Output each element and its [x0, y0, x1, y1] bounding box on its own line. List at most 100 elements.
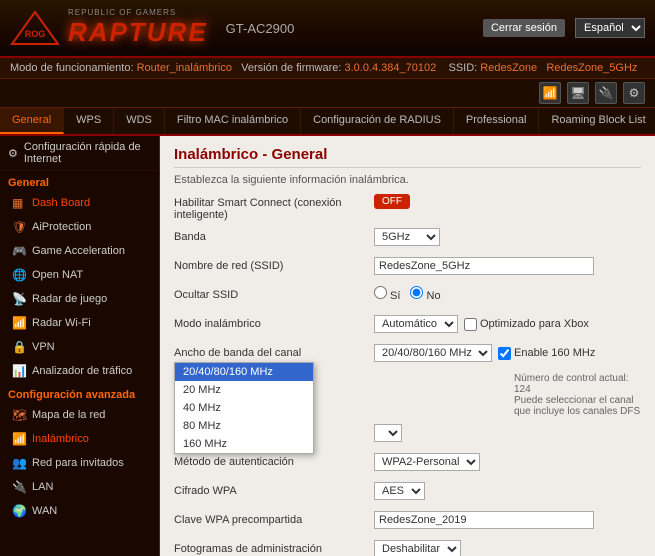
inalambrico-icon: 📶 — [12, 432, 26, 446]
page-subtitle: Establezca la siguiente información inal… — [174, 174, 641, 186]
tab-wps[interactable]: WPS — [64, 108, 114, 134]
dropdown-item-1[interactable]: 20 MHz — [175, 381, 313, 399]
analizador-icon: 📊 — [12, 364, 26, 378]
sidebar-item-analizador[interactable]: 📊 Analizador de tráfico — [0, 359, 159, 383]
canal-extension-select[interactable] — [374, 424, 402, 442]
svg-text:ROG: ROG — [25, 29, 46, 39]
mode-link[interactable]: Router_inalámbrico — [137, 62, 232, 74]
enable160-checkbox[interactable] — [498, 347, 511, 360]
sidebar-lan-label: LAN — [32, 481, 53, 493]
xbox-label: Optimizado para Xbox — [480, 318, 589, 330]
sidebar-item-radar-juego[interactable]: 📡 Radar de juego — [0, 287, 159, 311]
metodo-auth-select[interactable]: WPA2-Personal — [374, 453, 480, 471]
fotogramas-select[interactable]: Deshabilitar — [374, 540, 461, 556]
modo-inalambrico-select[interactable]: Automático — [374, 315, 458, 333]
smart-connect-toggle[interactable]: OFF — [374, 194, 410, 209]
config-rapida-label: Configuración rápida de Internet — [24, 141, 151, 165]
smart-connect-row: Habilitar Smart Connect (conexión inteli… — [174, 194, 641, 221]
sidebar-item-mapa[interactable]: 🗺 Mapa de la red — [0, 403, 159, 427]
sidebar-item-dashboard[interactable]: ▦ Dash Board — [0, 191, 159, 215]
sidebar-item-red-invitados[interactable]: 👥 Red para invitados — [0, 451, 159, 475]
banda-select[interactable]: 2.4GHz 5GHz — [374, 228, 440, 246]
ssid-input[interactable] — [374, 257, 594, 275]
dropdown-item-2[interactable]: 40 MHz — [175, 399, 313, 417]
modo-inalambrico-row: Modo inalámbrico Automático Optimizado p… — [174, 315, 641, 337]
sidebar-analizador-label: Analizador de tráfico — [32, 365, 132, 377]
republic-label: REPUBLIC OF GAMERS — [68, 8, 208, 17]
config-rapida-icon: ⚙ — [8, 147, 18, 160]
tab-professional[interactable]: Professional — [454, 108, 540, 134]
sidebar-item-wan[interactable]: 🌍 WAN — [0, 499, 159, 523]
radio-si-label[interactable]: Sí — [374, 286, 400, 302]
tab-roaming[interactable]: Roaming Block List — [539, 108, 655, 134]
logout-button[interactable]: Cerrar sesión — [483, 19, 565, 37]
radio-si[interactable] — [374, 286, 387, 299]
dashboard-icon: ▦ — [12, 196, 26, 210]
subheader: Modo de funcionamiento: Router_inalámbri… — [0, 58, 655, 79]
ocultar-ssid-control: Sí No — [374, 286, 641, 302]
sidebar-mapa-label: Mapa de la red — [32, 409, 105, 421]
rapture-title: RAPTURE — [68, 17, 208, 48]
xbox-checkbox[interactable] — [464, 318, 477, 331]
settings-icon[interactable]: ⚙ — [623, 82, 645, 104]
xbox-checkbox-label[interactable]: Optimizado para Xbox — [464, 318, 589, 331]
sidebar-item-inalambrico[interactable]: 📶 Inalámbrico — [0, 427, 159, 451]
dropdown-item-3[interactable]: 80 MHz — [175, 417, 313, 435]
cifrado-wpa-select[interactable]: AES — [374, 482, 425, 500]
sidebar-inalambrico-label: Inalámbrico — [32, 433, 89, 445]
aiprotection-icon: 🛡 — [12, 220, 26, 234]
sidebar-wan-label: WAN — [32, 505, 57, 517]
smart-connect-label: Habilitar Smart Connect (conexión inteli… — [174, 194, 374, 221]
metodo-auth-row: Método de autenticación WPA2-Personal — [174, 453, 641, 475]
radar-wifi-icon: 📶 — [12, 316, 26, 330]
firmware-link[interactable]: 3.0.0.4.384_70102 — [344, 62, 436, 74]
tab-bar: General WPS WDS Filtro MAC inalámbrico C… — [0, 108, 655, 136]
modo-inalambrico-control: Automático Optimizado para Xbox — [374, 315, 641, 333]
tab-filtro[interactable]: Filtro MAC inalámbrico — [165, 108, 301, 134]
icons-row: 📶 🖥 🔌 ⚙ — [0, 79, 655, 108]
ssid2-link[interactable]: RedesZone_5GHz — [546, 62, 637, 74]
wifi-icon[interactable]: 📶 — [539, 82, 561, 104]
tab-wds[interactable]: WDS — [114, 108, 165, 134]
radar-juego-icon: 📡 — [12, 292, 26, 306]
cifrado-wpa-label: Cifrado WPA — [174, 482, 374, 497]
ssid1-link[interactable]: RedesZone — [480, 62, 537, 74]
fotogramas-label: Fotogramas de administración protegidos — [174, 540, 374, 556]
sidebar-item-aiprotection[interactable]: 🛡 AiProtection — [0, 215, 159, 239]
sidebar-item-lan[interactable]: 🔌 LAN — [0, 475, 159, 499]
sidebar-radar-juego-label: Radar de juego — [32, 293, 107, 305]
enable160-label[interactable]: Enable 160 MHz — [498, 347, 595, 360]
tab-general[interactable]: General — [0, 108, 64, 134]
sidebar: ⚙ Configuración rápida de Internet Gener… — [0, 136, 160, 556]
banda-row: Banda 2.4GHz 5GHz — [174, 228, 641, 250]
ssid-row: Nombre de red (SSID) — [174, 257, 641, 279]
clave-wpa-input[interactable] — [374, 511, 594, 529]
network-icon[interactable]: 🖥 — [567, 82, 589, 104]
red-invitados-icon: 👥 — [12, 456, 26, 470]
sidebar-item-game[interactable]: 🎮 Game Acceleration — [0, 239, 159, 263]
radio-no[interactable] — [410, 286, 423, 299]
dropdown-item-0[interactable]: 20/40/80/160 MHz — [175, 363, 313, 381]
canal-info-value: Número de control actual: 124 — [514, 373, 641, 395]
sidebar-item-opennat[interactable]: 🌐 Open NAT — [0, 263, 159, 287]
dropdown-item-4[interactable]: 160 MHz — [175, 435, 313, 453]
ssid-label: SSID: — [448, 62, 477, 74]
ocultar-ssid-row: Ocultar SSID Sí No — [174, 286, 641, 308]
tab-radius[interactable]: Configuración de RADIUS — [301, 108, 454, 134]
canal-extension-control — [374, 424, 641, 442]
ssid-field-label: Nombre de red (SSID) — [174, 257, 374, 272]
header-controls: Cerrar sesión Español — [483, 18, 645, 38]
canal-control: Número de control actual: 124 Puede sele… — [374, 373, 641, 417]
sidebar-red-invitados-label: Red para invitados — [32, 457, 124, 469]
sidebar-item-config-rapida[interactable]: ⚙ Configuración rápida de Internet — [0, 136, 159, 171]
usb-icon[interactable]: 🔌 — [595, 82, 617, 104]
language-select[interactable]: Español — [575, 18, 645, 38]
sidebar-aiprotection-label: AiProtection — [32, 221, 91, 233]
sidebar-dashboard-label: Dash Board — [32, 197, 90, 209]
sidebar-item-radar-wifi[interactable]: 📶 Radar Wi-Fi — [0, 311, 159, 335]
sidebar-general-section: General — [0, 171, 159, 191]
sidebar-opennat-label: Open NAT — [32, 269, 83, 281]
sidebar-item-vpn[interactable]: 🔒 VPN — [0, 335, 159, 359]
radio-no-label[interactable]: No — [410, 286, 440, 302]
ancho-banda-select[interactable]: 20/40/80/160 MHz — [374, 344, 492, 362]
